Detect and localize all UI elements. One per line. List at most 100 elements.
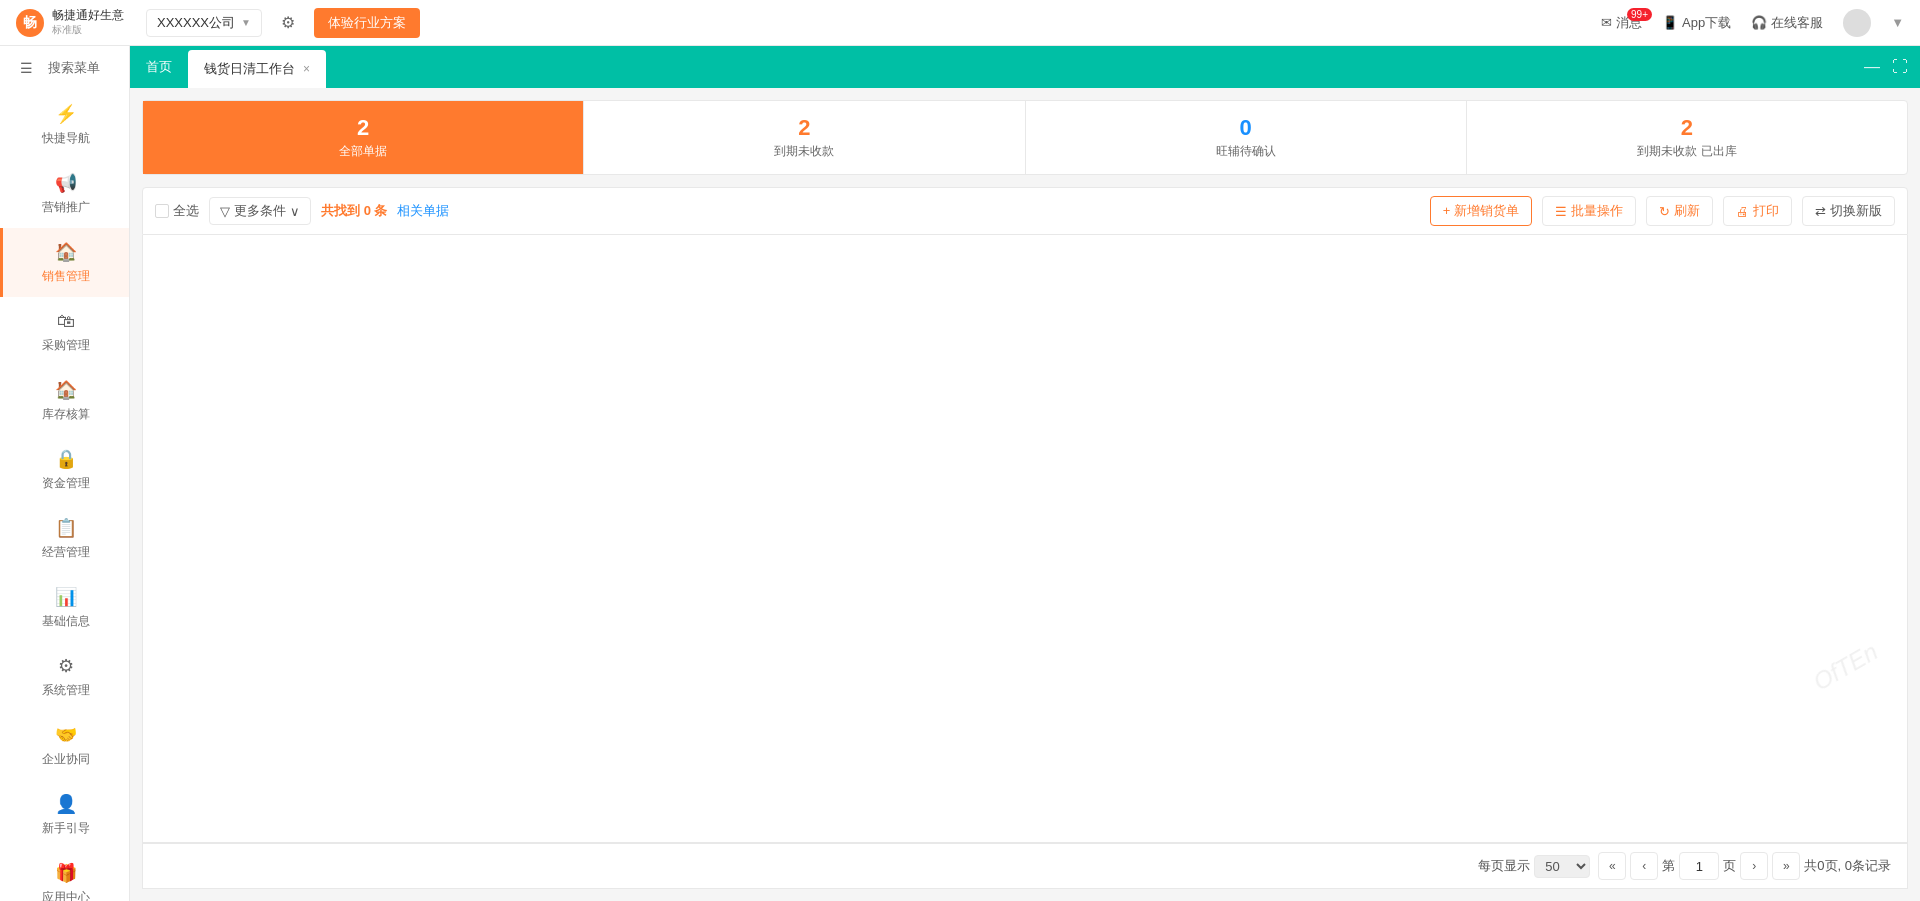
stat-label-pending: 旺辅待确认 (1216, 143, 1276, 160)
download-icon: 📱 (1662, 15, 1678, 30)
search-icon: ☰ (14, 56, 38, 80)
logo-badge: 标准版 (52, 23, 124, 37)
chevron-down-icon: ▼ (1891, 15, 1904, 30)
sidebar-item-purchase[interactable]: 🛍 采购管理 (0, 297, 129, 366)
sidebar-search-menu[interactable]: ☰ 搜索菜单 (0, 46, 129, 90)
page-label: 第 (1662, 857, 1675, 875)
switch-icon: ⇄ (1815, 204, 1826, 219)
content-area: 首页 钱货日清工作台 × — ⛶ 2 全部单据 2 到期未收款 (130, 46, 1920, 901)
sidebar-item-inventory[interactable]: 🏠 库存核算 (0, 366, 129, 435)
message-icon: ✉ (1601, 15, 1612, 30)
next-page-button[interactable]: › (1740, 852, 1768, 880)
app-download-label: App下载 (1682, 14, 1731, 32)
top-bar: 畅 畅捷通好生意 标准版 XXXXXX公司 ▼ ⚙ 体验行业方案 ✉ 消息 99… (0, 0, 1920, 46)
company-name: XXXXXX公司 (157, 14, 235, 32)
tab-bar: 首页 钱货日清工作台 × — ⛶ (130, 46, 1920, 88)
app-center-icon: 🎁 (54, 861, 78, 885)
page-number-input[interactable] (1679, 852, 1719, 880)
toolbar-left: 全选 ▽ 更多条件 ∨ 共找到 0 条 相关单据 (155, 197, 1418, 225)
gear-icon: ⚙ (281, 13, 295, 32)
add-sales-order-button[interactable]: + 新增销货单 (1430, 196, 1532, 226)
settings-button[interactable]: ⚙ (274, 9, 302, 37)
filter-button[interactable]: ▽ 更多条件 ∨ (209, 197, 311, 225)
operation-icon: 📋 (54, 516, 78, 540)
prev-page-button[interactable]: ‹ (1630, 852, 1658, 880)
guide-icon: 👤 (54, 792, 78, 816)
sidebar: ☰ 搜索菜单 ⚡ 快捷导航 📢 营销推广 🏠 销售管理 🛍 采购管理 🏠 库存核… (0, 46, 130, 901)
print-icon: 🖨 (1736, 204, 1749, 219)
quick-nav-icon: ⚡ (54, 102, 78, 126)
found-count-text: 共找到 0 条 (321, 202, 387, 220)
tab-home[interactable]: 首页 (130, 46, 188, 88)
avatar[interactable] (1843, 9, 1871, 37)
stats-bar: 2 全部单据 2 到期未收款 0 旺辅待确认 2 到期未收款 已出库 (142, 100, 1908, 175)
sidebar-item-basic-info[interactable]: 📊 基础信息 (0, 573, 129, 642)
related-link[interactable]: 相关单据 (397, 202, 449, 220)
select-all-checkbox[interactable]: 全选 (155, 202, 199, 220)
table-empty-state (143, 235, 1907, 842)
message-badge: 99+ (1627, 8, 1652, 21)
sidebar-item-label: 库存核算 (42, 406, 90, 423)
switch-version-button[interactable]: ⇄ 切换新版 (1802, 196, 1895, 226)
sidebar-item-system[interactable]: ⚙ 系统管理 (0, 642, 129, 711)
page-nav: « ‹ 第 页 › » 共0页, 0条记录 (1598, 852, 1891, 880)
stat-card-shipped[interactable]: 2 到期未收款 已出库 (1467, 101, 1907, 174)
sidebar-item-quick-nav[interactable]: ⚡ 快捷导航 (0, 90, 129, 159)
per-page-label: 每页显示 (1478, 857, 1530, 875)
switch-label: 切换新版 (1830, 202, 1882, 220)
refresh-button[interactable]: ↻ 刷新 (1646, 196, 1713, 226)
sidebar-item-label: 应用中心 (42, 889, 90, 901)
finance-icon: 🔒 (54, 447, 78, 471)
sidebar-item-operation[interactable]: 📋 经营管理 (0, 504, 129, 573)
stat-card-overdue[interactable]: 2 到期未收款 (584, 101, 1025, 174)
service-icon: 🎧 (1751, 15, 1767, 30)
company-selector[interactable]: XXXXXX公司 ▼ (146, 9, 262, 37)
sidebar-item-beginner-guide[interactable]: 👤 新手引导 (0, 780, 129, 849)
user-dropdown[interactable]: ▼ (1891, 15, 1904, 30)
experience-button[interactable]: 体验行业方案 (314, 8, 420, 38)
stat-label-all: 全部单据 (339, 143, 387, 160)
sidebar-item-label: 营销推广 (42, 199, 90, 216)
sidebar-item-app-center[interactable]: 🎁 应用中心 (0, 849, 129, 901)
app-download-button[interactable]: 📱 App下载 (1662, 14, 1731, 32)
toolbar-right: + 新增销货单 ☰ 批量操作 ↻ 刷新 🖨 打印 ⇄ (1430, 196, 1895, 226)
logo-area: 畅 畅捷通好生意 标准版 (16, 8, 146, 38)
sidebar-item-label: 采购管理 (42, 337, 90, 354)
last-page-button[interactable]: » (1772, 852, 1800, 880)
stat-label-shipped: 到期未收款 已出库 (1637, 143, 1736, 160)
sidebar-item-label: 资金管理 (42, 475, 90, 492)
found-count: 0 (364, 203, 371, 218)
sidebar-item-enterprise-collab[interactable]: 🤝 企业协同 (0, 711, 129, 780)
checkbox-icon (155, 204, 169, 218)
pagination-bar: 每页显示 50 10 20 100 « ‹ 第 页 › » 共 (142, 843, 1908, 889)
tab-close-icon[interactable]: × (303, 63, 310, 75)
tab-home-label: 首页 (146, 58, 172, 76)
tab-cash-flow-label: 钱货日清工作台 (204, 60, 295, 78)
per-page-select: 每页显示 50 10 20 100 (1478, 855, 1590, 878)
batch-icon: ☰ (1555, 204, 1567, 219)
print-button[interactable]: 🖨 打印 (1723, 196, 1792, 226)
online-service-button[interactable]: 🎧 在线客服 (1751, 14, 1823, 32)
sidebar-item-marketing[interactable]: 📢 营销推广 (0, 159, 129, 228)
batch-label: 批量操作 (1571, 202, 1623, 220)
top-bar-right: ✉ 消息 99+ 📱 App下载 🎧 在线客服 ▼ (1601, 9, 1904, 37)
sidebar-item-label: 快捷导航 (42, 130, 90, 147)
chevron-down-icon: ▼ (241, 17, 251, 28)
sidebar-item-sales[interactable]: 🏠 销售管理 (0, 228, 129, 297)
tab-maximize-icon[interactable]: ⛶ (1888, 54, 1912, 80)
logo-text: 畅捷通好生意 标准版 (52, 8, 124, 38)
tab-minimize-icon[interactable]: — (1860, 54, 1884, 80)
sidebar-item-label: 系统管理 (42, 682, 90, 699)
stat-card-all[interactable]: 2 全部单据 (143, 101, 584, 174)
purchase-icon: 🛍 (54, 309, 78, 333)
sidebar-item-finance[interactable]: 🔒 资金管理 (0, 435, 129, 504)
filter-icon: ▽ (220, 204, 230, 219)
message-button[interactable]: ✉ 消息 99+ (1601, 14, 1642, 32)
total-label: 共0页, 0条记录 (1804, 857, 1891, 875)
per-page-dropdown[interactable]: 50 10 20 100 (1534, 855, 1590, 878)
stat-card-pending[interactable]: 0 旺辅待确认 (1026, 101, 1467, 174)
chevron-down-icon: ∨ (290, 204, 300, 219)
tab-cash-flow[interactable]: 钱货日清工作台 × (188, 50, 326, 88)
batch-operation-button[interactable]: ☰ 批量操作 (1542, 196, 1636, 226)
first-page-button[interactable]: « (1598, 852, 1626, 880)
